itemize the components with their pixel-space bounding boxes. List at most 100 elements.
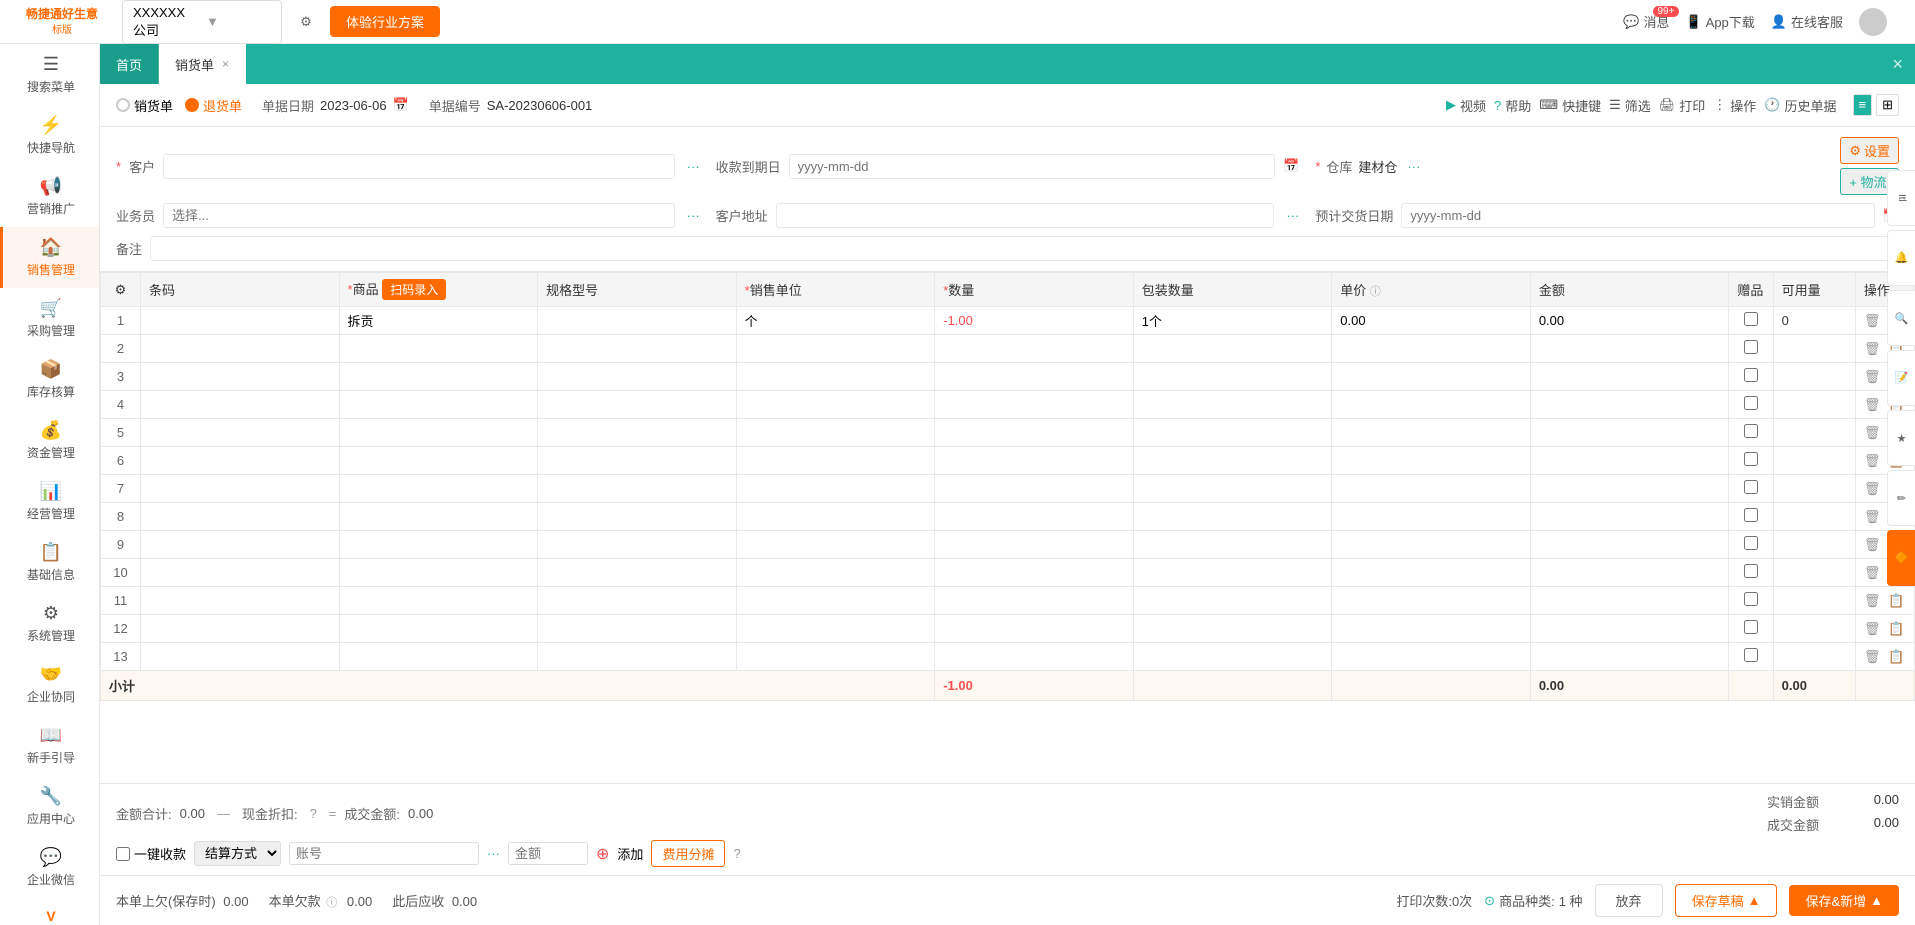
row-pack-qty[interactable] bbox=[1133, 503, 1332, 531]
customer-addr-input[interactable] bbox=[776, 203, 1275, 228]
row-product[interactable] bbox=[339, 335, 538, 363]
row-qty[interactable] bbox=[935, 531, 1134, 559]
row-product[interactable] bbox=[339, 447, 538, 475]
tab-close-btn[interactable]: × bbox=[222, 57, 229, 71]
fee-allocation-btn[interactable]: 费用分摊 bbox=[651, 840, 725, 867]
row-unit[interactable] bbox=[736, 307, 935, 335]
delete-icon[interactable]: 🗑 bbox=[1864, 425, 1881, 440]
row-product[interactable] bbox=[339, 587, 538, 615]
due-date-input[interactable] bbox=[789, 154, 1275, 179]
salesperson-dots[interactable]: ··· bbox=[687, 208, 700, 223]
sidebar-item-purchase[interactable]: 🛒 采购管理 bbox=[0, 288, 99, 349]
notes-input[interactable] bbox=[150, 236, 1899, 261]
app-download-btn[interactable]: 📱 App下载 bbox=[1685, 12, 1754, 31]
dots-icon[interactable]: ··· bbox=[487, 846, 500, 861]
row-unit[interactable] bbox=[736, 559, 935, 587]
sidebar-item-wechat[interactable]: 💬 企业微信 bbox=[0, 837, 99, 898]
row-pack-qty[interactable] bbox=[1133, 447, 1332, 475]
row-amount[interactable] bbox=[1530, 475, 1729, 503]
row-product[interactable] bbox=[339, 503, 538, 531]
due-date-calendar-icon[interactable]: 📅 bbox=[1283, 158, 1299, 174]
row-spec[interactable] bbox=[538, 475, 737, 503]
row-price[interactable] bbox=[1332, 559, 1531, 587]
row-pack-qty[interactable] bbox=[1133, 475, 1332, 503]
row-gift[interactable] bbox=[1729, 335, 1773, 363]
row-gift[interactable] bbox=[1729, 307, 1773, 335]
grid-view-icon[interactable]: ⊞ bbox=[1876, 94, 1899, 116]
row-product[interactable] bbox=[339, 531, 538, 559]
sidebar-item-quick[interactable]: ⚡ 快捷导航 bbox=[0, 105, 99, 166]
row-pack-qty[interactable] bbox=[1133, 615, 1332, 643]
save-draft-button[interactable]: 保存草稿 ▲ bbox=[1675, 884, 1778, 917]
copy-icon[interactable]: 📋 bbox=[1888, 649, 1904, 664]
row-qty[interactable] bbox=[935, 643, 1134, 671]
row-spec[interactable] bbox=[538, 447, 737, 475]
row-price[interactable] bbox=[1332, 391, 1531, 419]
row-unit[interactable] bbox=[736, 475, 935, 503]
row-product[interactable] bbox=[339, 307, 538, 335]
row-product[interactable] bbox=[339, 419, 538, 447]
row-amount[interactable] bbox=[1530, 307, 1729, 335]
row-price[interactable] bbox=[1332, 475, 1531, 503]
row-barcode[interactable] bbox=[141, 531, 340, 559]
row-qty[interactable] bbox=[935, 307, 1134, 335]
sidebar-item-search[interactable]: ☰ 搜索菜单 bbox=[0, 44, 99, 105]
sidebar-item-apps[interactable]: 🔧 应用中心 bbox=[0, 776, 99, 837]
customer-dots[interactable]: ··· bbox=[687, 159, 700, 174]
delete-icon[interactable]: 🗑 bbox=[1864, 481, 1881, 496]
online-service-btn[interactable]: 👤 在线客服 bbox=[1771, 12, 1843, 31]
right-btn-4[interactable]: 📝 bbox=[1887, 350, 1915, 406]
filter-btn[interactable]: ☰ 筛选 bbox=[1609, 96, 1651, 115]
delete-icon[interactable]: 🗑 bbox=[1864, 537, 1881, 552]
tab-home[interactable]: 首页 bbox=[100, 44, 159, 84]
right-btn-3[interactable]: 🔍 bbox=[1887, 290, 1915, 346]
row-barcode[interactable] bbox=[141, 559, 340, 587]
delete-icon[interactable]: 🗑 bbox=[1864, 397, 1881, 412]
shortcut-btn[interactable]: ⌨ 快捷键 bbox=[1539, 96, 1601, 115]
right-btn-6[interactable]: ✏ bbox=[1887, 470, 1915, 526]
row-amount[interactable] bbox=[1530, 447, 1729, 475]
right-btn-7[interactable]: 🔶 bbox=[1887, 530, 1915, 586]
date-picker-icon[interactable]: 📅 bbox=[393, 97, 409, 113]
settlement-method-select[interactable]: 结算方式 bbox=[194, 841, 281, 866]
row-pack-qty[interactable] bbox=[1133, 391, 1332, 419]
sidebar-item-marketing[interactable]: 📢 营销推广 bbox=[0, 166, 99, 227]
row-unit[interactable] bbox=[736, 447, 935, 475]
customer-input[interactable] bbox=[163, 154, 675, 179]
row-amount[interactable] bbox=[1530, 531, 1729, 559]
radio-sale-order[interactable]: 销货单 bbox=[116, 96, 173, 115]
row-amount[interactable] bbox=[1530, 615, 1729, 643]
row-barcode[interactable] bbox=[141, 503, 340, 531]
row-barcode[interactable] bbox=[141, 307, 340, 335]
row-qty[interactable] bbox=[935, 475, 1134, 503]
row-pack-qty[interactable] bbox=[1133, 531, 1332, 559]
row-gift[interactable] bbox=[1729, 475, 1773, 503]
setup-button[interactable]: ⚙ 设置 bbox=[1840, 137, 1899, 164]
help-btn[interactable]: ? 帮助 bbox=[1494, 96, 1531, 115]
row-spec[interactable] bbox=[538, 335, 737, 363]
settings-icon-btn[interactable]: ⚙ bbox=[290, 6, 322, 38]
row-qty[interactable] bbox=[935, 587, 1134, 615]
row-spec[interactable] bbox=[538, 587, 737, 615]
gear-icon[interactable]: ⚙ bbox=[115, 282, 127, 297]
row-barcode[interactable] bbox=[141, 587, 340, 615]
row-amount[interactable] bbox=[1530, 503, 1729, 531]
window-close-btn[interactable]: × bbox=[1880, 54, 1915, 75]
delete-icon[interactable]: 🗑 bbox=[1864, 621, 1881, 636]
user-avatar[interactable] bbox=[1859, 8, 1887, 36]
radio-return-order[interactable]: 退货单 bbox=[185, 96, 242, 115]
account-input[interactable] bbox=[289, 842, 479, 865]
copy-icon[interactable]: 📋 bbox=[1888, 621, 1904, 636]
row-pack-qty[interactable] bbox=[1133, 587, 1332, 615]
right-btn-1[interactable]: Itl bbox=[1887, 170, 1915, 226]
row-qty[interactable] bbox=[935, 335, 1134, 363]
row-barcode[interactable] bbox=[141, 615, 340, 643]
delete-icon[interactable]: 🗑 bbox=[1864, 509, 1881, 524]
row-product[interactable] bbox=[339, 363, 538, 391]
message-btn[interactable]: 💬 消息 99+ bbox=[1623, 12, 1669, 31]
row-price[interactable] bbox=[1332, 447, 1531, 475]
row-product[interactable] bbox=[339, 391, 538, 419]
row-barcode[interactable] bbox=[141, 419, 340, 447]
row-price[interactable] bbox=[1332, 643, 1531, 671]
row-product[interactable] bbox=[339, 475, 538, 503]
